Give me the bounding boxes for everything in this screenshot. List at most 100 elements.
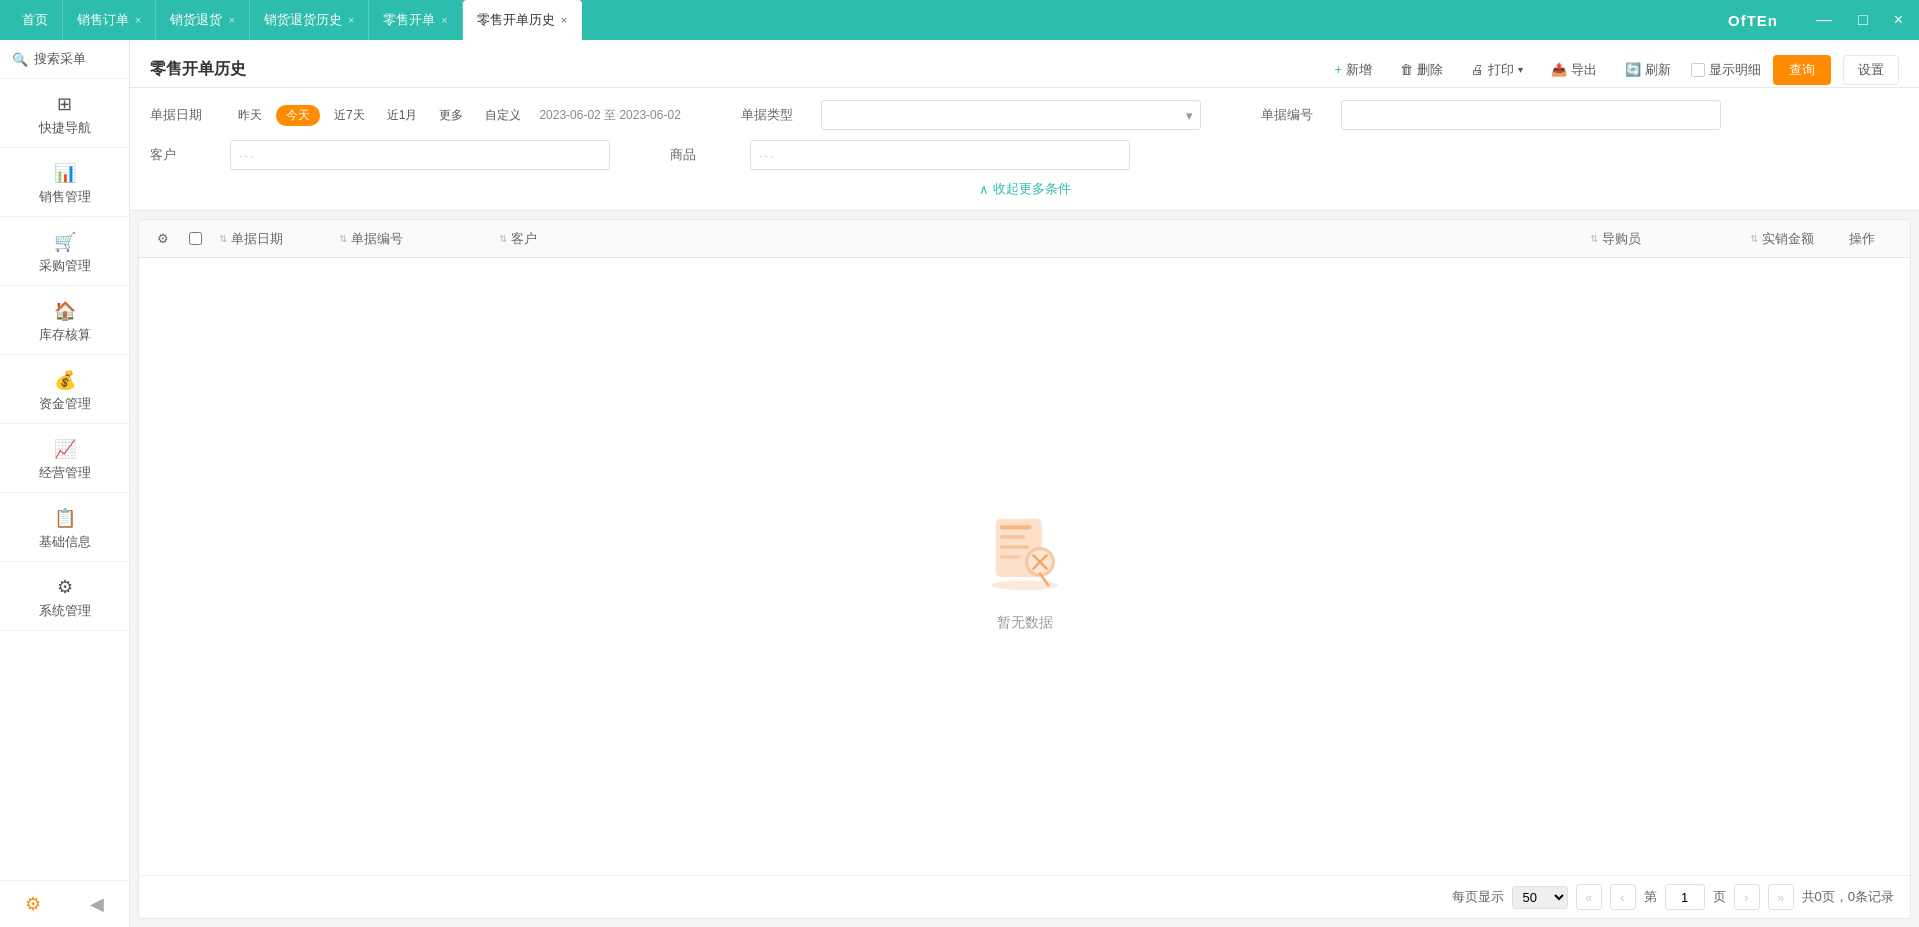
date-today[interactable]: 今天 xyxy=(276,105,320,126)
sidebar-item-basic-info[interactable]: 📋 基础信息 xyxy=(0,493,129,562)
last-page-btn[interactable]: » xyxy=(1768,884,1794,910)
refresh-icon: 🔄 xyxy=(1625,62,1641,77)
maximize-btn[interactable]: □ xyxy=(1850,11,1876,29)
content-area: 零售开单历史 + 新增 🗑 删除 🖨 打印 ▾ 📤 导出 xyxy=(130,40,1919,927)
product-input[interactable]: ··· xyxy=(750,140,1130,170)
window-controls: OfTEn — □ × xyxy=(1728,11,1911,29)
th-amount[interactable]: ⇅ 实销金额 xyxy=(1702,230,1822,248)
order-type-select-wrapper: ▾ xyxy=(821,100,1201,130)
date-1month[interactable]: 近1月 xyxy=(379,105,426,126)
date-yesterday[interactable]: 昨天 xyxy=(230,105,270,126)
tab-retail-open-label: 零售开单 xyxy=(383,11,435,29)
tab-retail-open-history[interactable]: 零售开单历史 × xyxy=(463,0,582,40)
next-page-icon: › xyxy=(1744,890,1748,905)
quick-nav-icon: ⊞ xyxy=(57,93,72,115)
prev-page-icon: ‹ xyxy=(1620,890,1624,905)
basic-info-icon: 📋 xyxy=(54,507,76,529)
sidebar-item-finance[interactable]: 💰 资金管理 xyxy=(0,355,129,424)
delete-button[interactable]: 🗑 删除 xyxy=(1392,57,1451,83)
new-button[interactable]: + 新增 xyxy=(1326,57,1380,83)
page-header: 零售开单历史 + 新增 🗑 删除 🖨 打印 ▾ 📤 导出 xyxy=(130,40,1919,88)
order-type-select[interactable] xyxy=(821,100,1201,130)
tab-sales-return[interactable]: 销货退货 × xyxy=(156,0,249,40)
first-page-btn[interactable]: « xyxy=(1576,884,1602,910)
tab-retail-open-history-label: 零售开单历史 xyxy=(477,11,555,29)
sort-customer-icon: ⇅ xyxy=(499,233,507,244)
customer-label: 客户 xyxy=(150,146,210,164)
collapse-filter-btn[interactable]: ∧ 收起更多条件 xyxy=(979,180,1071,198)
customer-input[interactable]: ··· xyxy=(230,140,610,170)
export-button[interactable]: 📤 导出 xyxy=(1543,57,1605,83)
refresh-button[interactable]: 🔄 刷新 xyxy=(1617,57,1679,83)
sidebar-item-quick-nav-label: 快捷导航 xyxy=(39,119,91,137)
export-icon: 📤 xyxy=(1551,62,1567,77)
date-7days[interactable]: 近7天 xyxy=(326,105,373,126)
page-unit: 页 xyxy=(1713,888,1726,906)
empty-text: 暂无数据 xyxy=(997,614,1053,632)
svg-rect-2 xyxy=(1000,525,1032,529)
tab-retail-open-close[interactable]: × xyxy=(441,14,447,26)
tab-sales-return-close[interactable]: × xyxy=(228,14,234,26)
tab-sales-order-close[interactable]: × xyxy=(135,14,141,26)
sort-order-no-icon: ⇅ xyxy=(339,233,347,244)
tab-retail-open-history-close[interactable]: × xyxy=(561,14,567,26)
system-mgmt-icon: ⚙ xyxy=(57,576,73,598)
sidebar-settings-icon[interactable]: ⚙ xyxy=(25,893,41,915)
minimize-btn[interactable]: — xyxy=(1808,11,1840,29)
refresh-label: 刷新 xyxy=(1645,61,1671,79)
th-guide[interactable]: ⇅ 导购员 xyxy=(1582,230,1702,248)
page-input[interactable] xyxy=(1665,884,1705,910)
order-no-input[interactable] xyxy=(1341,100,1721,130)
sidebar-item-quick-nav[interactable]: ⊞ 快捷导航 xyxy=(0,79,129,148)
sidebar-item-purchase-mgmt[interactable]: 🛒 采购管理 xyxy=(0,217,129,286)
tab-home[interactable]: 首页 xyxy=(8,0,63,40)
sidebar-item-basic-info-label: 基础信息 xyxy=(39,533,91,551)
close-btn[interactable]: × xyxy=(1886,11,1911,29)
filter-row-2: 客户 ··· 商品 ··· xyxy=(150,140,1899,170)
print-icon: 🖨 xyxy=(1471,62,1484,77)
sidebar-search[interactable]: 🔍 搜索采单 xyxy=(0,40,129,79)
sidebar-item-system-mgmt[interactable]: ⚙ 系统管理 xyxy=(0,562,129,631)
prev-page-btn[interactable]: ‹ xyxy=(1610,884,1636,910)
settings-gear-icon: ⚙ xyxy=(157,231,169,246)
delete-label: 删除 xyxy=(1417,61,1443,79)
settings-button[interactable]: 设置 xyxy=(1843,55,1899,85)
last-page-icon: » xyxy=(1777,890,1784,905)
tab-sales-order[interactable]: 销售订单 × xyxy=(63,0,156,40)
th-settings[interactable]: ⚙ xyxy=(147,231,179,246)
sidebar-item-inventory[interactable]: 🏠 库存核算 xyxy=(0,286,129,355)
th-order-no[interactable]: ⇅ 单据编号 xyxy=(331,230,491,248)
per-page-select[interactable]: 50 10 20 100 xyxy=(1512,886,1568,909)
display-detail-label: 显示明细 xyxy=(1709,61,1761,79)
th-customer[interactable]: ⇅ 客户 xyxy=(491,230,1582,248)
display-detail-toggle[interactable]: 显示明细 xyxy=(1691,61,1761,79)
print-button[interactable]: 🖨 打印 ▾ xyxy=(1463,57,1531,83)
toolbar: + 新增 🗑 删除 🖨 打印 ▾ 📤 导出 🔄 xyxy=(1326,55,1899,85)
delete-icon: 🗑 xyxy=(1400,62,1413,77)
tab-sales-return-history-close[interactable]: × xyxy=(348,14,354,26)
select-all-checkbox[interactable] xyxy=(189,232,202,245)
th-date[interactable]: ⇅ 单据日期 xyxy=(211,230,331,248)
customer-placeholder: ··· xyxy=(239,148,256,163)
display-detail-checkbox[interactable] xyxy=(1691,63,1705,77)
sidebar-collapse-icon[interactable]: ◀ xyxy=(90,893,104,915)
th-checkbox[interactable] xyxy=(179,232,211,245)
sidebar-item-operation-label: 经营管理 xyxy=(39,464,91,482)
tab-sales-return-history[interactable]: 销货退货历史 × xyxy=(250,0,369,40)
sidebar-item-sales-mgmt[interactable]: 📊 销售管理 xyxy=(0,148,129,217)
sidebar: 🔍 搜索采单 ⊞ 快捷导航 📊 销售管理 🛒 采购管理 🏠 库存核算 💰 资金管… xyxy=(0,40,130,927)
tab-retail-open[interactable]: 零售开单 × xyxy=(369,0,462,40)
operation-icon: 📈 xyxy=(54,438,76,460)
query-button[interactable]: 查询 xyxy=(1773,55,1831,85)
sidebar-item-operation[interactable]: 📈 经营管理 xyxy=(0,424,129,493)
date-more[interactable]: 更多 xyxy=(431,105,471,126)
top-bar: 首页 销售订单 × 销货退货 × 销货退货历史 × 零售开单 × 零售开单历史 … xyxy=(0,0,1919,40)
new-icon: + xyxy=(1334,62,1342,77)
date-custom[interactable]: 自定义 xyxy=(477,105,529,126)
settings-label: 设置 xyxy=(1858,61,1884,79)
svg-rect-5 xyxy=(1000,555,1021,558)
next-page-btn[interactable]: › xyxy=(1734,884,1760,910)
new-label: 新增 xyxy=(1346,61,1372,79)
th-date-label: 单据日期 xyxy=(231,230,283,248)
query-label: 查询 xyxy=(1789,61,1815,79)
